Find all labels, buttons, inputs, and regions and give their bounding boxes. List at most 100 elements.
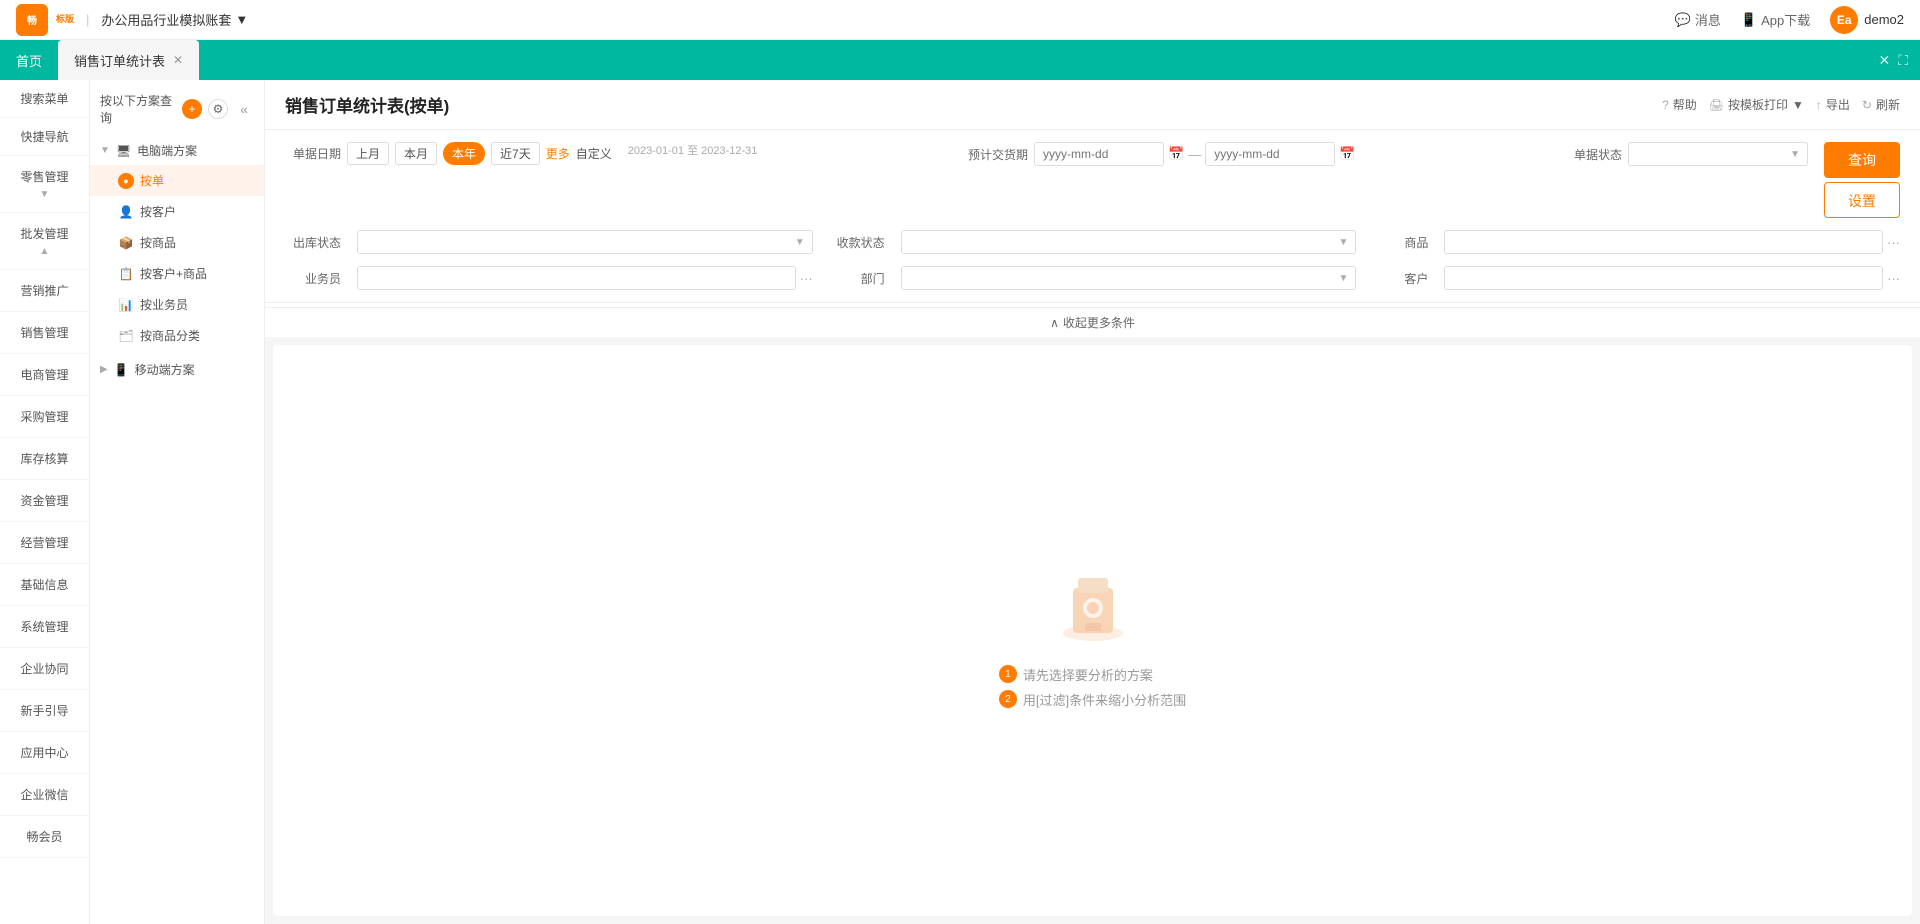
settings-icon: ⚙ [213,102,224,116]
refresh-icon: ↻ [1862,98,1872,112]
sidebar-item-operations[interactable]: 经营管理 [0,522,89,564]
title-arrow: ▼ [235,12,248,27]
refresh-action[interactable]: ↻ 刷新 [1862,96,1900,113]
sidebar-item-ecommerce[interactable]: 电商管理 [0,354,89,396]
section-arrow-icon: ▼ [100,145,110,156]
scheme-item-by-goods[interactable]: 📦 按商品 [90,227,264,258]
sidebar-item-appcenter[interactable]: 应用中心 [0,732,89,774]
by-customer-icon: 👤 [118,204,134,220]
scheme-item-by-category[interactable]: 🗂 按商品分类 [90,320,264,351]
collapse-bar[interactable]: ∧ 收起更多条件 [265,307,1920,337]
tab-close-window-icon[interactable]: ✕ [1878,52,1890,69]
print-arrow-icon: ▼ [1792,98,1804,112]
message-action[interactable]: 💬 消息 [1675,10,1721,29]
ship-status-select[interactable] [357,230,813,254]
this-year-btn[interactable]: 本年 [443,142,485,165]
sidebar-quick-nav[interactable]: 快捷导航 [0,118,89,156]
collapse-panel-button[interactable]: « [234,99,254,119]
sidebar-item-enterprise[interactable]: 企业协同 [0,648,89,690]
setting-button[interactable]: 设置 [1824,182,1900,218]
user-section[interactable]: Ea demo2 [1830,6,1904,34]
query-button[interactable]: 查询 [1824,142,1900,178]
app-download-action[interactable]: 📱 App下载 [1741,10,1810,29]
date-end-icon[interactable]: 📅 [1339,146,1355,162]
goods-more-icon[interactable]: ··· [1887,235,1900,250]
wholesale-label: 批发管理 [20,225,68,242]
dept-label: 部门 [829,270,885,287]
last-month-btn[interactable]: 上月 [347,142,389,165]
newbie-label: 新手引导 [20,702,68,719]
export-action[interactable]: ↑ 导出 [1816,96,1850,113]
download-icon: 📱 [1741,12,1757,28]
tab-close-icon[interactable]: ✕ [173,53,183,67]
empty-state: 1 请先选择要分析的方案 2 用[过滤]条件来缩小分析范围 [273,345,1912,916]
member-label: 畅会员 [26,828,62,845]
help-action[interactable]: ? 帮助 [1662,96,1697,113]
tip1-num: 1 [999,665,1017,683]
sidebar-item-basic[interactable]: 基础信息 [0,564,89,606]
mobile-section-header[interactable]: ▶ 📱 移动端方案 [90,355,264,384]
by-salesman-icon: 📊 [118,297,134,313]
sidebar-item-finance[interactable]: 资金管理 [0,480,89,522]
mobile-scheme-section: ▶ 📱 移动端方案 [90,353,264,386]
custom-date-btn[interactable]: 自定义 [576,145,612,162]
salesman-more-icon[interactable]: ··· [800,271,813,286]
ship-status-label: 出库状态 [285,234,341,251]
sidebar-search[interactable]: 搜索菜单 [0,80,89,118]
sidebar-item-marketing[interactable]: 营销推广 [0,270,89,312]
purchase-label: 采购管理 [20,408,68,425]
by-salesman-label: 按业务员 [140,296,188,313]
payment-status-select[interactable] [901,230,1357,254]
filter-area: 单据日期 上月 本月 本年 近7天 更多 自定义 2023-01-01 至 20… [265,130,1920,303]
sidebar-item-sales[interactable]: 销售管理 [0,312,89,354]
tab-sales-stats[interactable]: 销售订单统计表 ✕ [58,40,199,80]
scheme-item-by-customer-goods[interactable]: 📋 按客户+商品 [90,258,264,289]
add-scheme-button[interactable]: + [182,99,202,119]
username: demo2 [1864,12,1904,27]
panel-toolbar: 按以下方案查询 + ⚙ « [90,88,264,134]
sidebar-item-retail[interactable]: 零售管理 ▼ [0,156,89,213]
customer-input[interactable] [1444,266,1883,290]
sidebar-item-purchase[interactable]: 采购管理 [0,396,89,438]
sidebar-item-wechat[interactable]: 企业微信 [0,774,89,816]
last7days-btn[interactable]: 近7天 [491,142,540,165]
sidebar-item-inventory[interactable]: 库存核算 [0,438,89,480]
logo: 畅 [16,4,48,36]
sidebar-item-member[interactable]: 畅会员 [0,816,89,858]
print-icon: 🖨 [1709,98,1724,112]
sales-label: 销售管理 [20,324,68,341]
pc-section-label: 电脑端方案 [137,142,197,159]
tab-sales-label: 销售订单统计表 [74,51,165,70]
panel-title: 按以下方案查询 [100,92,176,126]
expected-date-label: 预计交货期 [968,146,1028,163]
dept-select[interactable] [901,266,1357,290]
filter-row-2: 出库状态 ▼ 收款状态 ▼ 商品 ··· [285,230,1900,254]
page-actions: ? 帮助 🖨 按模板打印 ▼ ↑ 导出 ↻ 刷新 [1662,96,1900,125]
customer-more-icon[interactable]: ··· [1887,271,1900,286]
page-title: 销售订单统计表(按单) [285,92,449,129]
pc-section-header[interactable]: ▼ 🖥 电脑端方案 [90,136,264,165]
settings-scheme-button[interactable]: ⚙ [208,99,228,119]
print-action[interactable]: 🖨 按模板打印 ▼ [1709,96,1804,113]
this-month-btn[interactable]: 本月 [395,142,437,165]
scheme-item-by-salesman[interactable]: 📊 按业务员 [90,289,264,320]
tab-expand-icon[interactable]: ⛶ [1898,52,1908,69]
scheme-item-by-customer[interactable]: 👤 按客户 [90,196,264,227]
expected-date-end[interactable] [1205,142,1335,166]
goods-input[interactable] [1444,230,1883,254]
collapse-label: 收起更多条件 [1063,314,1135,331]
date-start-icon[interactable]: 📅 [1168,146,1184,162]
sidebar-item-wholesale[interactable]: 批发管理 ▲ [0,213,89,270]
salesman-input[interactable] [357,266,796,290]
more-date-btn[interactable]: 更多 [546,145,570,162]
tab-home[interactable]: 首页 [0,40,58,80]
sidebar-item-system[interactable]: 系统管理 [0,606,89,648]
app-title-selector[interactable]: 办公用品行业模拟账套 ▼ [101,10,248,29]
customer-input-wrapper: ··· [1444,266,1900,290]
header-right: 💬 消息 📱 App下载 Ea demo2 [1675,6,1904,34]
expected-date-start[interactable] [1034,142,1164,166]
scheme-item-by-order[interactable]: ● 按单 [90,165,264,196]
tip1-text: 请先选择要分析的方案 [1023,665,1153,684]
sidebar-item-newbie[interactable]: 新手引导 [0,690,89,732]
status-select[interactable] [1628,142,1808,166]
